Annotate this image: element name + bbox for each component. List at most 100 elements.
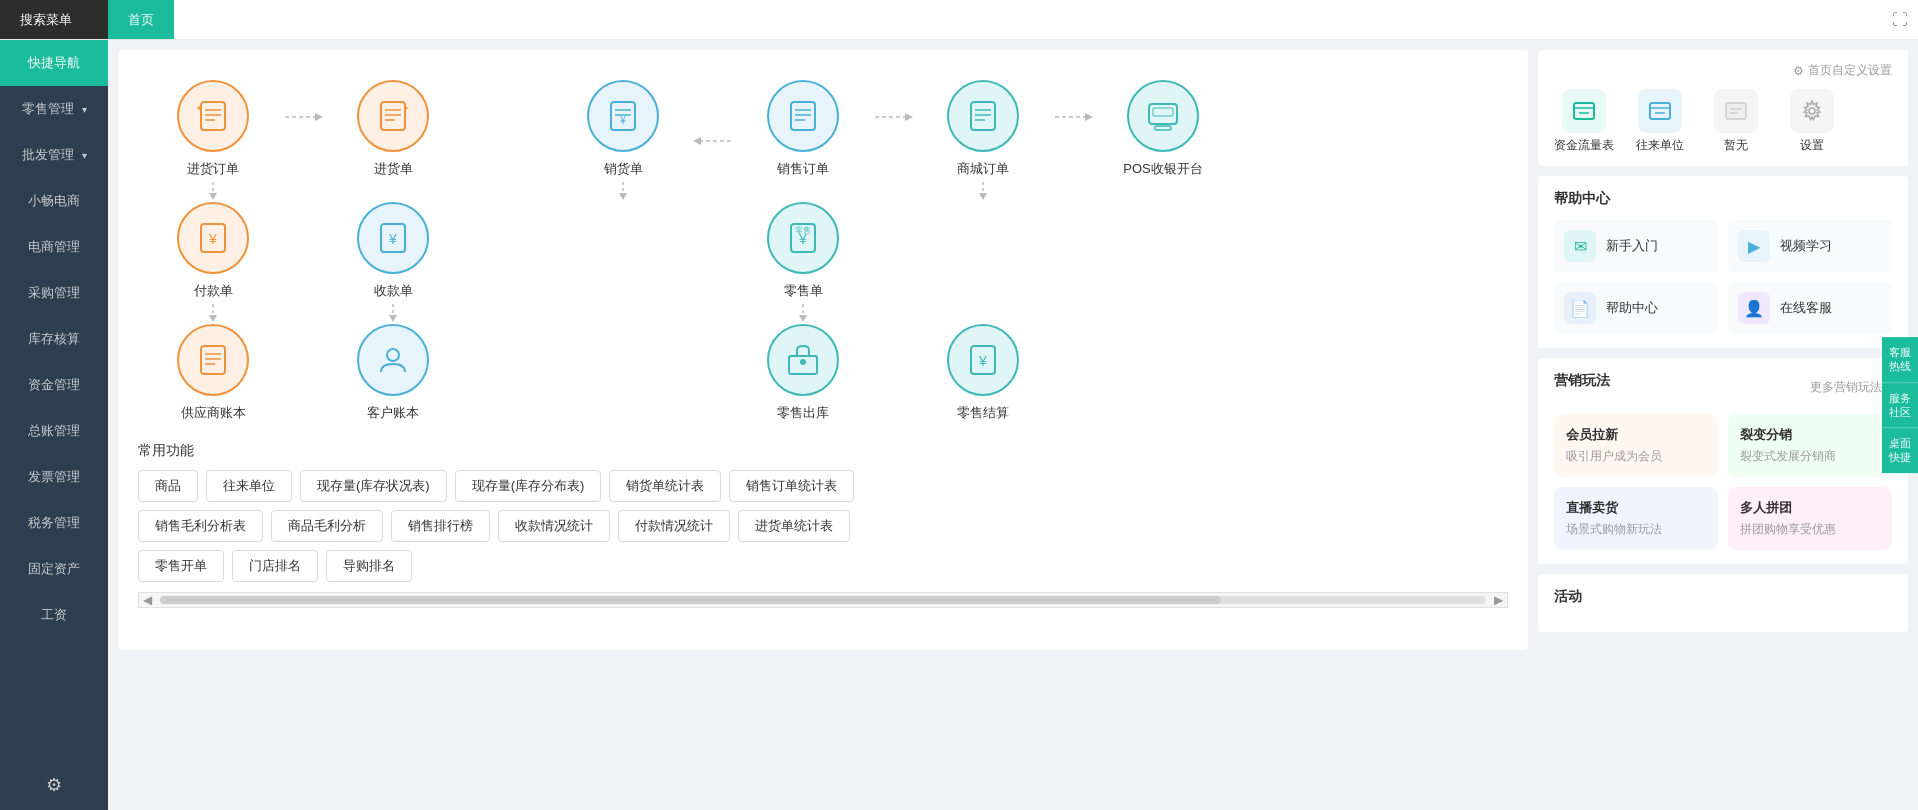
float-btn-desktop[interactable]: 桌面快捷: [1882, 428, 1918, 473]
sidebar: 快捷导航 零售管理 ▾ 批发管理 ▾ 小畅电商 电商管理 采购管理 库存核算 资: [0, 40, 108, 810]
func-btn-sale-margin[interactable]: 销售毛利分析表: [138, 510, 263, 542]
sidebar-item-invoice[interactable]: 发票管理: [0, 454, 108, 500]
help-center-card: 帮助中心 ✉ 新手入门 ▶ 视频学习 📄 帮助中心 👤: [1538, 176, 1908, 348]
quick-nav-panel: 进货订单 进货单: [118, 50, 1528, 650]
sidebar-item-wholesale-mgmt[interactable]: 批发管理 ▾: [0, 132, 108, 178]
func-btn-payment-stats[interactable]: 付款情况统计: [618, 510, 730, 542]
supplier-account-circle[interactable]: [177, 324, 249, 396]
node-purchase-order: 进货订单: [148, 80, 278, 178]
marketing-item-live[interactable]: 直播卖货 场景式购物新玩法: [1554, 487, 1718, 550]
common-functions: 常用功能 商品 往来单位 现存量(库存状况表) 现存量(库存分布表) 销货单统计…: [138, 442, 1508, 582]
marketing-item-fission[interactable]: 裂变分销 裂变式发展分销商: [1728, 414, 1892, 477]
marketing-desc-member: 吸引用户成为会员: [1566, 448, 1706, 465]
sidebar-item-finance[interactable]: 资金管理: [0, 362, 108, 408]
horizontal-scrollbar[interactable]: ◀ ▶: [138, 592, 1508, 608]
func-btn-stock-status[interactable]: 现存量(库存状况表): [300, 470, 447, 502]
marketing-item-member[interactable]: 会员拉新 吸引用户成为会员: [1554, 414, 1718, 477]
sidebar-item-quick-nav[interactable]: 快捷导航: [0, 40, 108, 86]
help-center-title: 帮助中心: [1554, 190, 1892, 208]
func-btn-receipt-stats[interactable]: 收款情况统计: [498, 510, 610, 542]
scroll-track[interactable]: [160, 596, 1486, 604]
node-payment: ¥ 付款单: [148, 202, 278, 300]
retail-order-circle[interactable]: ¥零售: [767, 202, 839, 274]
func-btn-product-margin[interactable]: 商品毛利分析: [271, 510, 383, 542]
payment-circle[interactable]: ¥: [177, 202, 249, 274]
marketing-item-group[interactable]: 多人拼团 拼团购物享受优惠: [1728, 487, 1892, 550]
svg-rect-6: [381, 102, 405, 130]
node-supplier-account: 供应商账本: [148, 324, 278, 422]
node-sale-bill: ¥ 销货单: [558, 80, 688, 178]
retail-settle-circle[interactable]: ¥: [947, 324, 1019, 396]
shortcut-cash-flow[interactable]: 资金流量表: [1554, 89, 1614, 154]
flow-diagram: 进货订单 进货单: [138, 70, 1508, 432]
shortcut-partners[interactable]: 往来单位: [1630, 89, 1690, 154]
node-payment-label: 付款单: [194, 282, 233, 300]
func-btn-store-rank[interactable]: 门店排名: [232, 550, 318, 582]
svg-marker-27: [1085, 113, 1093, 121]
receipt-circle[interactable]: ¥: [357, 202, 429, 274]
sale-bill-circle[interactable]: ¥: [587, 80, 659, 152]
svg-marker-51: [389, 315, 397, 322]
float-buttons: 客服热线 服务社区 桌面快捷: [1882, 337, 1918, 473]
mall-order-circle[interactable]: [947, 80, 1019, 152]
func-btn-product[interactable]: 商品: [138, 470, 198, 502]
purchase-order-circle[interactable]: [177, 80, 249, 152]
sidebar-item-purchase-mgmt[interactable]: 采购管理: [0, 270, 108, 316]
more-marketing-link[interactable]: 更多营销玩法 >: [1810, 379, 1892, 396]
none-icon: [1714, 89, 1758, 133]
shortcut-none[interactable]: 暂无: [1706, 89, 1766, 154]
pos-circle[interactable]: [1127, 80, 1199, 152]
svg-rect-30: [1153, 108, 1173, 116]
sidebar-item-xiaochang-ec[interactable]: 小畅电商: [0, 178, 108, 224]
retail-out-circle[interactable]: [767, 324, 839, 396]
func-btn-sale-stats[interactable]: 销货单统计表: [609, 470, 721, 502]
float-btn-customer-service[interactable]: 客服热线: [1882, 337, 1918, 383]
expand-icon[interactable]: ⛶: [1892, 11, 1908, 29]
svg-rect-22: [971, 102, 995, 130]
scroll-right-arrow[interactable]: ▶: [1490, 593, 1507, 607]
node-retail-order: ¥零售 零售单: [738, 202, 868, 300]
svg-marker-36: [619, 193, 627, 200]
node-receipt-label: 收款单: [374, 282, 413, 300]
customize-settings-link[interactable]: ⚙ 首页自定义设置: [1793, 62, 1892, 79]
search-menu-button[interactable]: 搜索菜单: [0, 0, 108, 39]
sidebar-settings-icon[interactable]: ⚙: [0, 760, 108, 810]
cash-flow-icon: [1562, 89, 1606, 133]
scroll-left-arrow[interactable]: ◀: [139, 593, 156, 607]
node-sale-order: 销售订单: [738, 80, 868, 178]
sidebar-item-tax[interactable]: 税务管理: [0, 500, 108, 546]
sidebar-item-payroll[interactable]: 工资: [0, 592, 108, 638]
func-btn-row3: 零售开单 门店排名 导购排名: [138, 550, 1508, 582]
customer-account-circle[interactable]: [357, 324, 429, 396]
func-btn-stock-dist[interactable]: 现存量(库存分布表): [455, 470, 602, 502]
help-item-service[interactable]: 👤 在线客服: [1728, 282, 1892, 334]
node-purchase-order-label: 进货订单: [187, 160, 239, 178]
node-retail-settle: ¥ 零售结算: [918, 324, 1048, 422]
purchase-bill-circle[interactable]: [357, 80, 429, 152]
func-btn-purchase-stats[interactable]: 进货单统计表: [738, 510, 850, 542]
help-item-beginner[interactable]: ✉ 新手入门: [1554, 220, 1718, 272]
sale-order-circle[interactable]: [767, 80, 839, 152]
func-btn-retail-bill[interactable]: 零售开单: [138, 550, 224, 582]
sidebar-item-general-ledger[interactable]: 总账管理: [0, 408, 108, 454]
svg-point-60: [800, 359, 806, 365]
sidebar-item-fixed-assets[interactable]: 固定资产: [0, 546, 108, 592]
marketing-card: 营销玩法 更多营销玩法 > 会员拉新 吸引用户成为会员 裂变分销 裂变式发展分销…: [1538, 358, 1908, 564]
func-btn-partners[interactable]: 往来单位: [206, 470, 292, 502]
help-item-help[interactable]: 📄 帮助中心: [1554, 282, 1718, 334]
help-item-video[interactable]: ▶ 视频学习: [1728, 220, 1892, 272]
home-tab[interactable]: 首页: [108, 0, 174, 39]
func-btn-sale-rank[interactable]: 销售排行榜: [391, 510, 490, 542]
shortcut-settings[interactable]: 设置: [1782, 89, 1842, 154]
arrow-4-5: [868, 110, 918, 148]
func-btn-sale-order-stats[interactable]: 销售订单统计表: [729, 470, 854, 502]
svg-text:¥: ¥: [619, 115, 626, 126]
sidebar-item-inventory[interactable]: 库存核算: [0, 316, 108, 362]
sidebar-item-ec-mgmt[interactable]: 电商管理: [0, 224, 108, 270]
down-arrow-receipt: [328, 302, 458, 322]
svg-text:¥: ¥: [208, 231, 217, 247]
sidebar-item-retail-mgmt[interactable]: 零售管理 ▾: [0, 86, 108, 132]
flow-row-2: ¥ 付款单 ¥ 收款单: [148, 202, 1498, 300]
float-btn-community[interactable]: 服务社区: [1882, 383, 1918, 429]
func-btn-guide-rank[interactable]: 导购排名: [326, 550, 412, 582]
